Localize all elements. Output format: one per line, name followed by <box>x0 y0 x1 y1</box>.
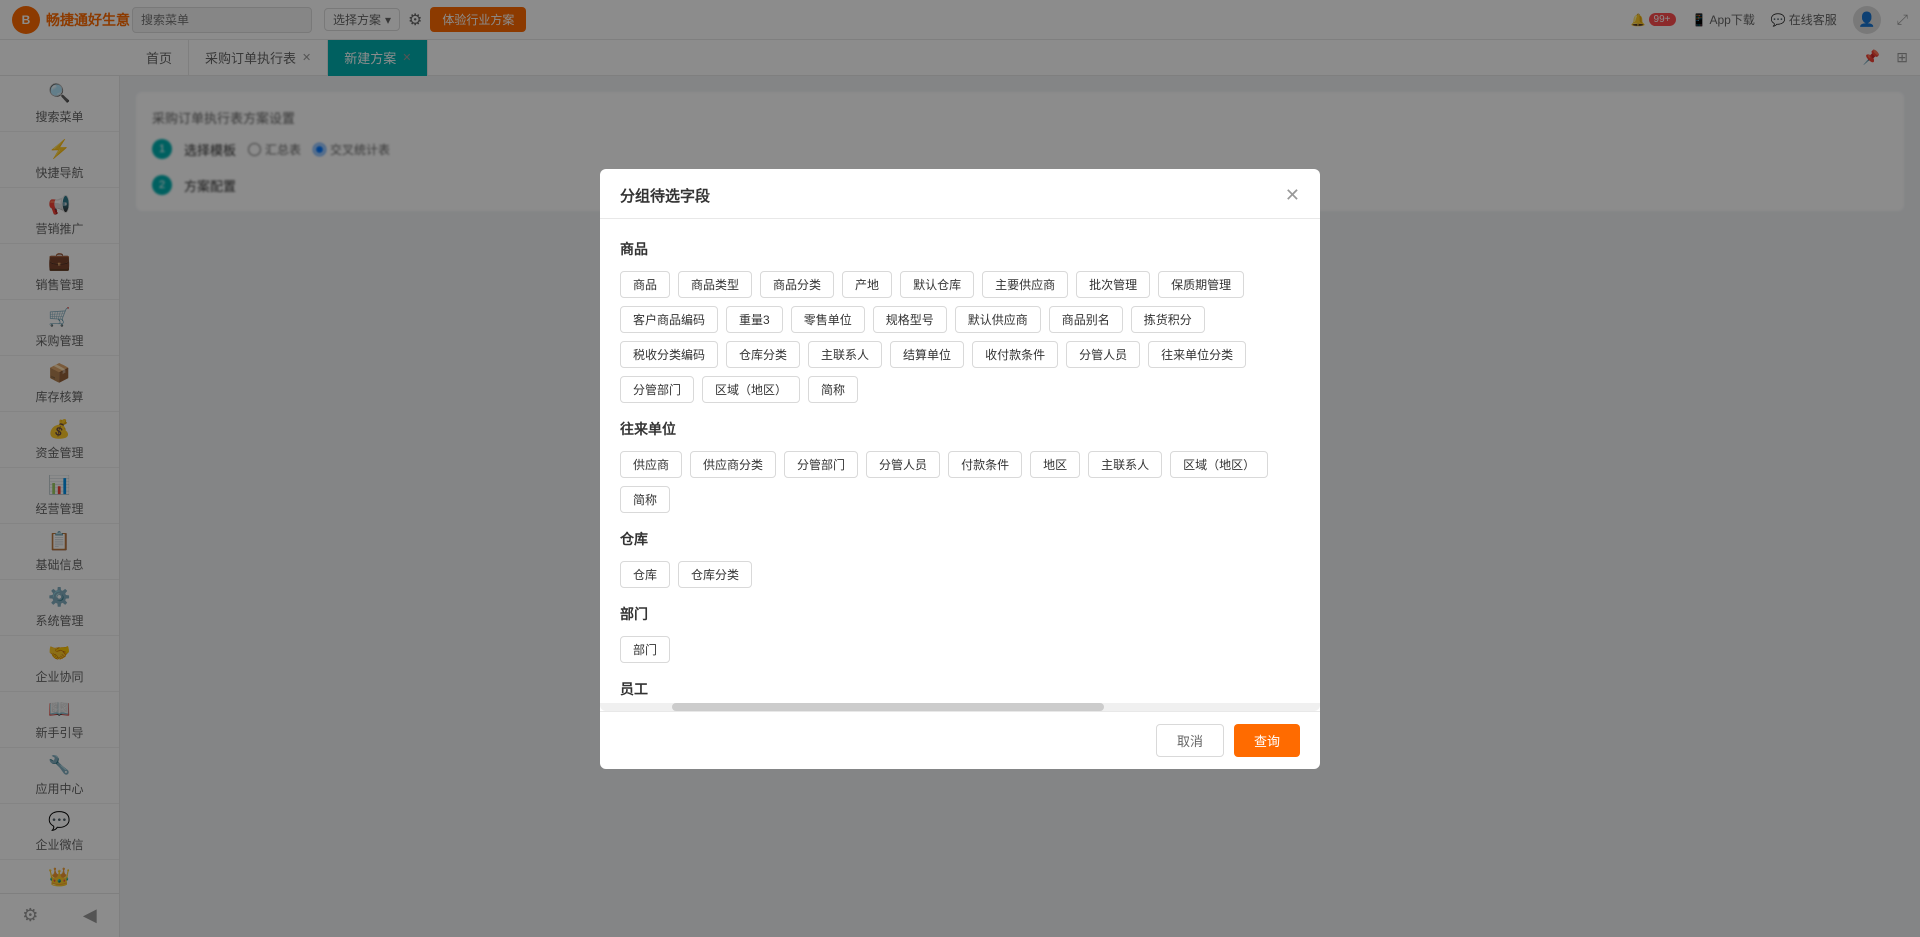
modal-close-btn[interactable]: ✕ <box>1285 185 1300 206</box>
tag-0-6[interactable]: 批次管理 <box>1076 271 1150 298</box>
tag-group-0: 商品商品类型商品分类产地默认仓库主要供应商批次管理保质期管理客户商品编码重量3 零… <box>620 271 1300 403</box>
tag-0-3[interactable]: 产地 <box>842 271 892 298</box>
tag-0-22[interactable]: 分管部门 <box>620 376 694 403</box>
section-title-0: 商品 <box>620 239 1300 259</box>
tag-1-2[interactable]: 分管部门 <box>784 451 858 478</box>
modal-overlay: 分组待选字段 ✕ 商品商品商品类型商品分类产地默认仓库主要供应商批次管理保质期管… <box>0 0 1920 937</box>
tag-0-10[interactable]: 零售单位 <box>791 306 865 333</box>
tag-group-1: 供应商供应商分类分管部门分管人员付款条件地区主联系人区域（地区） 简称 <box>620 451 1300 513</box>
tag-0-23[interactable]: 区域（地区） <box>702 376 800 403</box>
tag-2-0[interactable]: 仓库 <box>620 561 670 588</box>
modal-scroll-thumb <box>672 703 1104 711</box>
tag-1-6[interactable]: 主联系人 <box>1088 451 1162 478</box>
tag-1-4[interactable]: 付款条件 <box>948 451 1022 478</box>
tag-0-2[interactable]: 商品分类 <box>760 271 834 298</box>
section-title-3: 部门 <box>620 604 1300 624</box>
modal-title: 分组待选字段 <box>620 185 710 206</box>
tag-group-3: 部门 <box>620 636 1300 663</box>
section-title-2: 仓库 <box>620 529 1300 549</box>
tag-0-16[interactable]: 仓库分类 <box>726 341 800 368</box>
confirm-button[interactable]: 查询 <box>1234 724 1300 757</box>
tag-0-24[interactable]: 简称 <box>808 376 858 403</box>
tag-0-13[interactable]: 商品别名 <box>1049 306 1123 333</box>
modal-header: 分组待选字段 ✕ <box>600 169 1320 219</box>
tag-0-9[interactable]: 重量3 <box>726 306 783 333</box>
tag-0-0[interactable]: 商品 <box>620 271 670 298</box>
tag-group-2: 仓库仓库分类 <box>620 561 1300 588</box>
tag-0-8[interactable]: 客户商品编码 <box>620 306 718 333</box>
section-title-4: 员工 <box>620 679 1300 699</box>
tag-0-15[interactable]: 税收分类编码 <box>620 341 718 368</box>
tag-0-12[interactable]: 默认供应商 <box>955 306 1041 333</box>
tag-1-8[interactable]: 简称 <box>620 486 670 513</box>
modal-scroll-bar <box>600 703 1320 711</box>
tag-0-1[interactable]: 商品类型 <box>678 271 752 298</box>
cancel-button[interactable]: 取消 <box>1156 724 1224 757</box>
tag-1-1[interactable]: 供应商分类 <box>690 451 776 478</box>
tag-0-17[interactable]: 主联系人 <box>808 341 882 368</box>
tag-0-4[interactable]: 默认仓库 <box>900 271 974 298</box>
tag-0-5[interactable]: 主要供应商 <box>982 271 1068 298</box>
tag-0-7[interactable]: 保质期管理 <box>1158 271 1244 298</box>
tag-1-3[interactable]: 分管人员 <box>866 451 940 478</box>
tag-2-1[interactable]: 仓库分类 <box>678 561 752 588</box>
modal-body: 商品商品商品类型商品分类产地默认仓库主要供应商批次管理保质期管理客户商品编码重量… <box>600 219 1320 703</box>
tag-3-0[interactable]: 部门 <box>620 636 670 663</box>
tag-0-20[interactable]: 分管人员 <box>1066 341 1140 368</box>
tag-0-11[interactable]: 规格型号 <box>873 306 947 333</box>
modal-footer: 取消 查询 <box>600 711 1320 769</box>
field-select-modal: 分组待选字段 ✕ 商品商品商品类型商品分类产地默认仓库主要供应商批次管理保质期管… <box>600 169 1320 769</box>
tag-1-7[interactable]: 区域（地区） <box>1170 451 1268 478</box>
tag-0-21[interactable]: 往来单位分类 <box>1148 341 1246 368</box>
section-title-1: 往来单位 <box>620 419 1300 439</box>
tag-1-5[interactable]: 地区 <box>1030 451 1080 478</box>
tag-1-0[interactable]: 供应商 <box>620 451 682 478</box>
tag-0-14[interactable]: 拣货积分 <box>1131 306 1205 333</box>
tag-0-18[interactable]: 结算单位 <box>890 341 964 368</box>
tag-0-19[interactable]: 收付款条件 <box>972 341 1058 368</box>
